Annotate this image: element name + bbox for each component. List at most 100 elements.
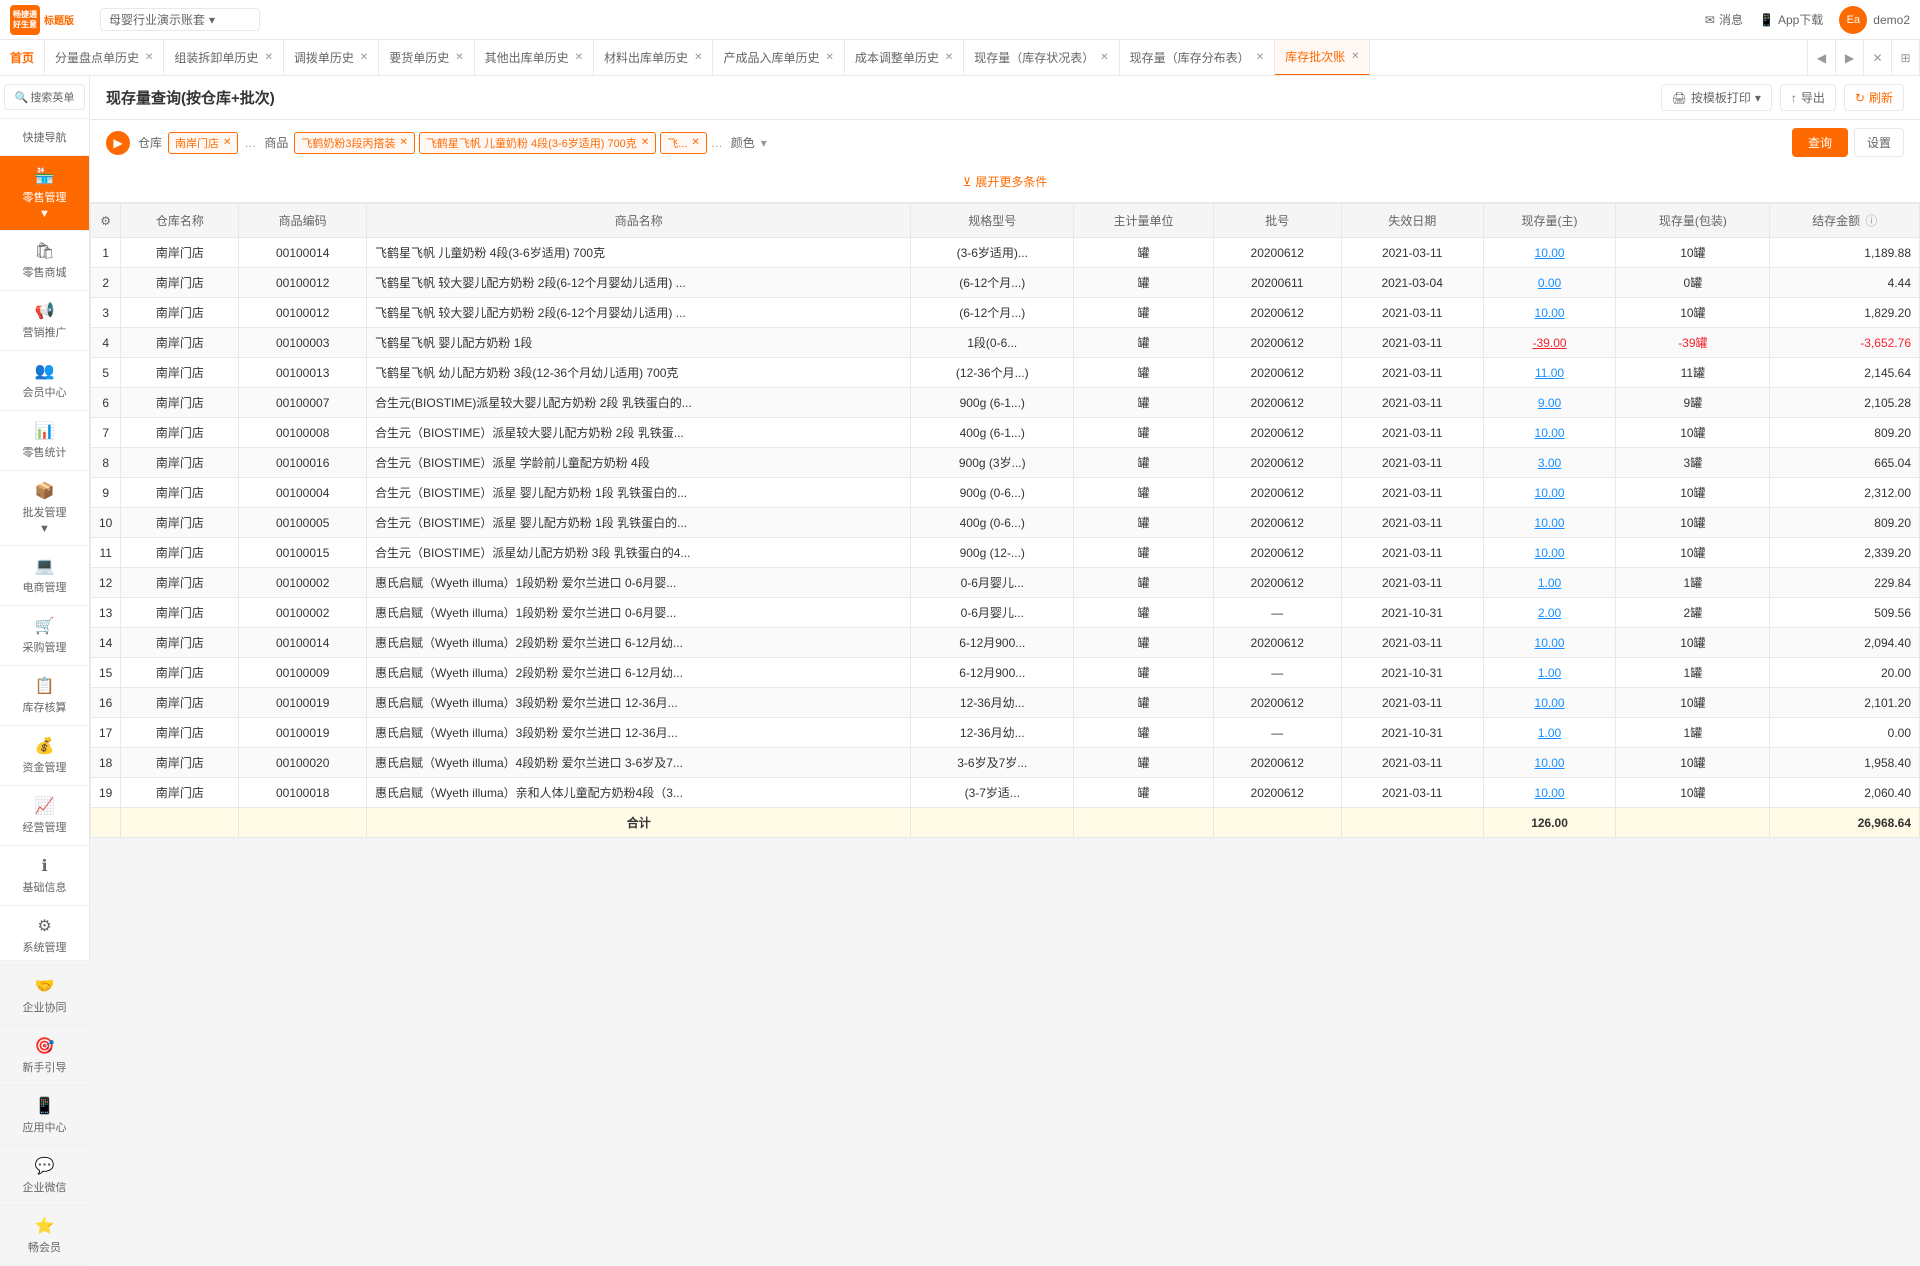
cell-qty-pkg: 9罐 <box>1616 388 1770 418</box>
sidebar-item-retail-stats-label: 零售统计 <box>23 444 67 460</box>
tab-1[interactable]: 分量盘点单历史 ✕ <box>45 40 164 76</box>
search-menu-btn[interactable]: 🔍 搜索英单 <box>4 84 85 110</box>
sidebar-item-appstore[interactable]: 📱 应用中心 <box>0 1086 89 1146</box>
tab-9-close[interactable]: ✕ <box>1100 52 1108 63</box>
tab-10-close[interactable]: ✕ <box>1256 52 1264 63</box>
sidebar-item-business[interactable]: 📈 经营管理 <box>0 786 89 846</box>
cell-unit: 罐 <box>1074 478 1214 508</box>
cell-spec: (12-36个月...) <box>911 358 1074 388</box>
members-icon: 👥 <box>35 361 55 381</box>
cell-expire: 2021-03-11 <box>1341 358 1483 388</box>
cell-amount: 2,105.28 <box>1770 388 1920 418</box>
cell-expire: 2021-03-11 <box>1341 538 1483 568</box>
cell-unit: 罐 <box>1074 238 1214 268</box>
sidebar-item-collab[interactable]: 🤝 企业协同 <box>0 966 89 1026</box>
tab-3[interactable]: 调拨单历史 ✕ <box>284 40 379 76</box>
tab-2[interactable]: 组装拆卸单历史 ✕ <box>164 40 283 76</box>
cell-name: 惠氏启赋（Wyeth illuma）2段奶粉 爱尔兰进口 6-12月幼... <box>367 628 911 658</box>
warehouse-tag-1-close[interactable]: ✕ <box>223 137 231 148</box>
sidebar-item-member-club[interactable]: ⭐ 畅会员 <box>0 1206 89 1266</box>
tab-home[interactable]: 首页 <box>0 40 45 76</box>
cell-expire: 2021-10-31 <box>1341 718 1483 748</box>
product-tag-2-close[interactable]: ✕ <box>641 137 649 148</box>
cell-qty-pkg: 1罐 <box>1616 658 1770 688</box>
cell-name: 合生元(BIOSTIME)派星较大婴儿配方奶粉 2段 乳铁蛋白的... <box>367 388 911 418</box>
cell-unit: 罐 <box>1074 568 1214 598</box>
sidebar-item-purchase[interactable]: 🛒 采购管理 <box>0 606 89 666</box>
product-tag-3-close[interactable]: ✕ <box>691 137 699 148</box>
sidebar-item-members[interactable]: 👥 会员中心 <box>0 351 89 411</box>
tab-5[interactable]: 其他出库单历史 ✕ <box>475 40 594 76</box>
cell-spec: 400g (6-1...) <box>911 418 1074 448</box>
th-unit: 主计量单位 <box>1074 204 1214 238</box>
tab-4[interactable]: 要货单历史 ✕ <box>379 40 474 76</box>
th-settings[interactable]: ⚙ <box>91 204 121 238</box>
sidebar-item-ecommerce[interactable]: 💻 电商管理 <box>0 546 89 606</box>
sidebar-item-wechat[interactable]: 💬 企业微信 <box>0 1146 89 1206</box>
table-row: 16 南岸门店 00100019 惠氏启赋（Wyeth illuma）3段奶粉 … <box>91 688 1920 718</box>
tab-6[interactable]: 材料出库单历史 ✕ <box>594 40 713 76</box>
sidebar-item-marketing[interactable]: 📢 营销推广 <box>0 291 89 351</box>
export-btn[interactable]: ↑ 导出 <box>1780 84 1836 111</box>
tab-8[interactable]: 成本调整单历史 ✕ <box>845 40 964 76</box>
table-row: 17 南岸门店 00100019 惠氏启赋（Wyeth illuma）3段奶粉 … <box>91 718 1920 748</box>
table-container: ⚙ 仓库名称 商品编码 商品名称 规格型号 主计量单位 批号 失效日期 现存量(… <box>90 203 1920 960</box>
cell-warehouse: 南岸门店 <box>121 448 239 478</box>
th-code: 商品编码 <box>239 204 367 238</box>
sidebar-item-inventory[interactable]: 📋 库存核算 <box>0 666 89 726</box>
tab-10[interactable]: 现存量（库存分布表） ✕ <box>1120 40 1275 76</box>
sidebar-item-system[interactable]: ⚙ 系统管理 <box>0 906 89 966</box>
sidebar-item-guide[interactable]: 🎯 新手引导 <box>0 1026 89 1086</box>
tab-close-arrow[interactable]: ✕ <box>1864 40 1892 76</box>
cell-expire: 2021-03-11 <box>1341 778 1483 808</box>
filter-expand-btn[interactable]: ▶ <box>106 131 130 155</box>
product-more[interactable]: … <box>711 136 723 150</box>
ecommerce-icon: 💻 <box>35 556 55 576</box>
page-title: 现存量查询(按仓库+批次) <box>106 87 275 108</box>
th-batch: 批号 <box>1213 204 1341 238</box>
cell-spec: (3-7岁适... <box>911 778 1074 808</box>
search-query-btn[interactable]: 查询 <box>1792 128 1848 157</box>
sidebar-item-finance[interactable]: 💰 资金管理 <box>0 726 89 786</box>
product-tag-1-close[interactable]: ✕ <box>400 137 408 148</box>
tab-7[interactable]: 产成品入库单历史 ✕ <box>713 40 844 76</box>
tab-7-close[interactable]: ✕ <box>825 52 833 63</box>
sidebar-item-mall[interactable]: 🛍 零售商城 <box>0 231 89 291</box>
tab-9[interactable]: 现存量（库存状况表） ✕ <box>964 40 1119 76</box>
quick-nav-btn[interactable]: 快捷导航 <box>4 125 85 149</box>
cell-amount: 809.20 <box>1770 508 1920 538</box>
cell-qty-pkg: 10罐 <box>1616 628 1770 658</box>
refresh-btn[interactable]: ↻ 刷新 <box>1844 84 1904 111</box>
tab-11[interactable]: 库存批次账 ✕ <box>1275 40 1370 76</box>
table-row: 13 南岸门店 00100002 惠氏启赋（Wyeth illuma）1段奶粉 … <box>91 598 1920 628</box>
sidebar-item-retail[interactable]: 🏪 零售管理 ▼ <box>0 156 89 231</box>
tab-6-close[interactable]: ✕ <box>694 52 702 63</box>
cell-code: 00100019 <box>239 688 367 718</box>
tab-1-close[interactable]: ✕ <box>145 52 153 63</box>
sidebar-item-wholesale[interactable]: 📦 批发管理 ▼ <box>0 471 89 546</box>
tab-3-close[interactable]: ✕ <box>360 52 368 63</box>
th-expire: 失效日期 <box>1341 204 1483 238</box>
amount-info-icon[interactable]: ⓘ <box>1865 214 1877 228</box>
color-dropdown-icon[interactable]: ▾ <box>761 136 767 150</box>
tab-maximize-arrow[interactable]: ⊞ <box>1892 40 1920 76</box>
sidebar-item-basic[interactable]: ℹ 基础信息 <box>0 846 89 906</box>
user-profile[interactable]: Ea demo2 <box>1839 6 1910 34</box>
expand-more-btn[interactable]: ⊻ 展开更多条件 <box>106 169 1904 194</box>
tab-2-close[interactable]: ✕ <box>264 52 272 63</box>
print-btn[interactable]: 🖨 按模板打印 ▾ <box>1661 84 1772 111</box>
tab-11-close[interactable]: ✕ <box>1351 51 1359 62</box>
message-btn[interactable]: ✉ 消息 <box>1705 11 1743 28</box>
cell-no: 10 <box>91 508 121 538</box>
tab-4-close[interactable]: ✕ <box>455 52 463 63</box>
tab-8-close[interactable]: ✕ <box>945 52 953 63</box>
app-download-btn[interactable]: 📱 App下载 <box>1759 11 1823 28</box>
workspace-selector[interactable]: 母婴行业演示账套 ▾ <box>100 8 260 31</box>
cell-qty-pkg: -39罐 <box>1616 328 1770 358</box>
warehouse-more[interactable]: … <box>244 136 256 150</box>
tab-5-close[interactable]: ✕ <box>575 52 583 63</box>
sidebar-item-retail-stats[interactable]: 📊 零售统计 <box>0 411 89 471</box>
tab-prev-arrow[interactable]: ◀ <box>1808 40 1836 76</box>
tab-next-arrow[interactable]: ▶ <box>1836 40 1864 76</box>
setting-btn[interactable]: 设置 <box>1854 128 1904 157</box>
